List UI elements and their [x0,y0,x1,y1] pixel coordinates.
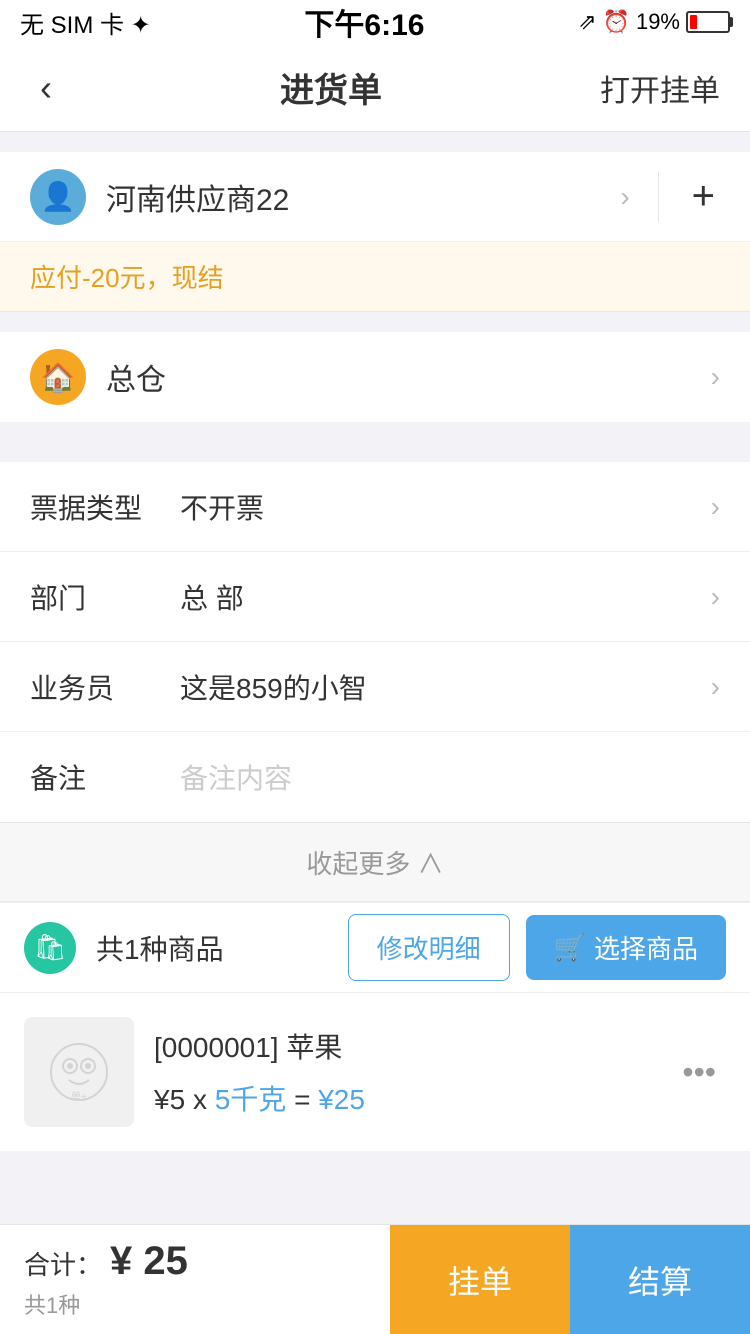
dept-value: 总 部 [150,577,711,617]
svg-text:兽+: 兽+ [71,1090,87,1102]
invoice-chevron-icon: › [711,491,720,523]
battery-percent: 19% [636,9,680,35]
product-name: [0000001] 苹果 [154,1026,672,1066]
supplier-chevron-icon: › [620,181,629,213]
unit-price: ¥5 [154,1084,185,1115]
settle-button[interactable]: 结算 [570,1225,750,1334]
supplier-row[interactable]: 👤 河南供应商22 › + [0,152,750,242]
product-thumbnail: 兽+ [24,1017,134,1127]
page-title: 进货单 [280,63,382,112]
supplier-avatar: 👤 [30,169,86,225]
status-left: 无 SIM 卡 ✦ [20,5,151,40]
price-separator: x [193,1084,215,1115]
back-button[interactable]: ‹ [30,57,62,119]
section-gap-2 [0,312,750,332]
collapse-bar[interactable]: 收起更多 ∧ [0,822,750,902]
salesman-chevron-icon: › [711,671,720,703]
product-title: 苹果 [286,1032,342,1063]
select-product-button[interactable]: 🛒 选择商品 [526,915,726,980]
total-section: 合计： ¥ 25 共1种 [0,1239,390,1320]
supplier-card: 👤 河南供应商22 › + 应付-20元，现结 [0,152,750,312]
select-product-icon: 🛒 [554,932,586,963]
select-product-label: 选择商品 [594,929,698,966]
equals-sign: = [294,1084,318,1115]
warehouse-name: 总仓 [106,355,711,399]
status-time: 下午6:16 [304,0,424,44]
warehouse-icon: 🏠 [30,349,86,405]
dept-chevron-icon: › [711,581,720,613]
open-pending-button[interactable]: 打开挂单 [600,66,720,110]
section-gap-3 [0,422,750,442]
salesman-label: 业务员 [30,667,150,707]
product-count-icon: 🛍 [24,922,76,974]
product-header: 🛍 共1种商品 修改明细 🛒 选择商品 [0,902,750,992]
total-amount-row: 合计： ¥ 25 [24,1239,366,1284]
invoice-label: 票据类型 [30,487,150,527]
product-code: [0000001] [154,1032,279,1063]
invoice-row[interactable]: 票据类型 不开票 › [0,462,750,552]
product-more-button[interactable]: ••• [672,1044,726,1101]
collapse-text: 收起更多 ∧ [306,844,443,881]
section-gap-1 [0,132,750,152]
battery-icon [686,11,730,33]
remark-input[interactable]: 备注内容 [150,757,720,797]
warehouse-chevron-icon: › [711,361,720,393]
warehouse-row[interactable]: 🏠 总仓 › [0,332,750,422]
dept-label: 部门 [30,577,150,617]
total-label: 合计： [24,1245,102,1282]
quantity: 5千克 [215,1084,287,1115]
edit-detail-button[interactable]: 修改明细 [348,914,510,981]
add-supplier-button[interactable]: + [687,169,720,224]
product-info: [0000001] 苹果 ¥5 x 5千克 = ¥25 [154,1026,672,1118]
product-count-text: 共1种商品 [96,928,348,968]
status-right: ⇗ ⏰ 19% [578,9,730,35]
bottom-bar: 合计： ¥ 25 共1种 挂单 结算 [0,1224,750,1334]
location-icon: ⇗ [578,9,596,35]
product-item: 兽+ [0000001] 苹果 ¥5 x 5千克 = ¥25 ••• [0,992,750,1151]
supplier-notice: 应付-20元，现结 [0,242,750,312]
form-section: 票据类型 不开票 › 部门 总 部 › 业务员 这是859的小智 › 备注 备注… [0,462,750,822]
dept-row[interactable]: 部门 总 部 › [0,552,750,642]
total-count: 共1种 [24,1288,366,1320]
bag-icon: 🛍 [33,932,66,963]
invoice-value: 不开票 [150,487,711,527]
remark-label: 备注 [30,757,150,797]
product-total: ¥25 [318,1084,365,1115]
warehouse-card: 🏠 总仓 › [0,332,750,422]
avatar-icon: 👤 [41,180,76,213]
salesman-row[interactable]: 业务员 这是859的小智 › [0,642,750,732]
supplier-divider [658,172,659,222]
status-bar: 无 SIM 卡 ✦ 下午6:16 ⇗ ⏰ 19% [0,0,750,44]
sim-text: 无 SIM 卡 ✦ [20,5,151,40]
product-placeholder-icon: 兽+ [49,1042,109,1102]
product-price-row: ¥5 x 5千克 = ¥25 [154,1078,672,1118]
salesman-value: 这是859的小智 [150,667,711,707]
nav-bar: ‹ 进货单 打开挂单 [0,44,750,132]
alarm-icon: ⏰ [603,9,630,35]
total-amount: ¥ 25 [110,1239,188,1284]
house-icon: 🏠 [41,361,76,394]
remark-row[interactable]: 备注 备注内容 [0,732,750,822]
supplier-name: 河南供应商22 [106,175,620,219]
hang-button[interactable]: 挂单 [390,1225,570,1334]
